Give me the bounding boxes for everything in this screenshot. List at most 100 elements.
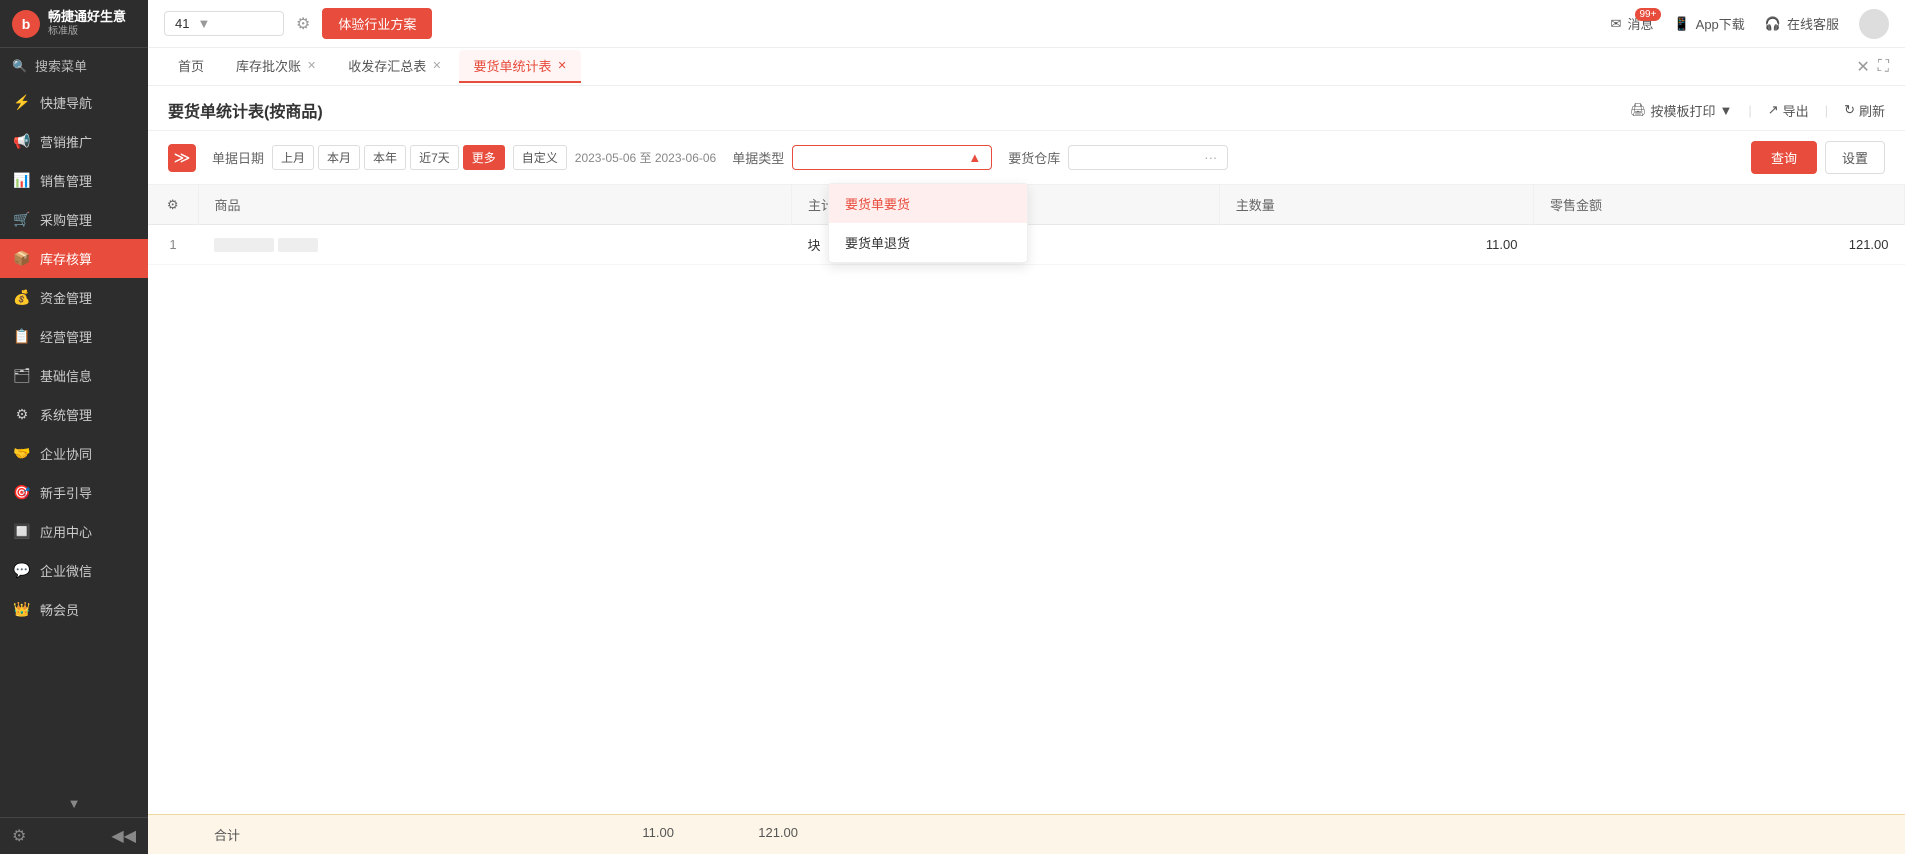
column-settings-icon[interactable]: ⚙ [167, 197, 179, 213]
sidebar-item-purchase[interactable]: 🛒 采购管理 [0, 200, 148, 239]
export-icon: ↗ [1768, 102, 1779, 118]
sidebar-item-label: 企业协同 [40, 444, 136, 463]
sidebar-item-operations[interactable]: 📋 经营管理 [0, 317, 148, 356]
basic-icon: 🗂 [12, 367, 32, 384]
app-download-action[interactable]: 📱 App下载 [1673, 14, 1744, 33]
settings-button[interactable]: 设置 [1825, 141, 1885, 174]
content-area: 要货单统计表(按商品) 🖨 按模板打印 ▼ | ↗ 导出 | ↻ 刷新 [148, 86, 1905, 854]
sidebar-item-cooperation[interactable]: 🤝 企业协同 [0, 434, 148, 473]
print-label: 按模板打印 [1650, 101, 1715, 120]
sidebar-scroll-down[interactable]: ▼ [0, 790, 148, 817]
trial-button[interactable]: 体验行业方案 [322, 8, 432, 39]
close-all-icon[interactable]: ✕ [1856, 57, 1869, 77]
topbar-gear-icon[interactable]: ⚙ [296, 14, 310, 34]
refresh-icon: ↻ [1844, 102, 1855, 118]
tab-receivable-summary-label: 收发存汇总表 [348, 56, 426, 75]
tab-receivable-summary[interactable]: 收发存汇总表 ✕ [334, 50, 455, 83]
finance-icon: 💰 [12, 289, 32, 306]
query-button[interactable]: 查询 [1751, 141, 1817, 174]
logo-icon: b [12, 10, 40, 38]
tab-batch-inventory-close[interactable]: ✕ [307, 59, 316, 72]
prev-month-btn[interactable]: 上月 [272, 145, 314, 170]
messages-action[interactable]: ✉ 消息 99+ [1611, 14, 1654, 33]
store-selector[interactable]: 41 ▼ [164, 11, 284, 36]
recent-7-btn[interactable]: 近7天 [410, 145, 459, 170]
more-btn[interactable]: 更多 [463, 145, 505, 170]
collapse-icon[interactable]: ◀◀ [111, 826, 136, 846]
warehouse-filter-group: 要货仓库 ··· [1008, 145, 1228, 170]
dropdown-item-return[interactable]: 要货单退货 [829, 223, 1027, 262]
sidebar-item-wechat[interactable]: 💬 企业微信 [0, 551, 148, 590]
doc-type-select[interactable]: ▲ [792, 145, 992, 170]
user-avatar[interactable] [1859, 9, 1889, 39]
date-buttons: 上月 本月 本年 近7天 更多 [272, 145, 505, 170]
export-button[interactable]: ↗ 导出 [1768, 101, 1809, 120]
sidebar-item-guide[interactable]: 🎯 新手引导 [0, 473, 148, 512]
print-icon: 🖨 [1630, 102, 1647, 118]
sidebar-item-finance[interactable]: 💰 资金管理 [0, 278, 148, 317]
warehouse-more-icon: ··· [1204, 150, 1217, 165]
current-year-btn[interactable]: 本年 [364, 145, 406, 170]
tab-home[interactable]: 首页 [164, 50, 218, 83]
sidebar-item-sales[interactable]: 📊 销售管理 [0, 161, 148, 200]
sidebar-nav: ⚡ 快捷导航 📢 营销推广 📊 销售管理 🛒 采购管理 📦 库存核算 💰 资金管… [0, 83, 148, 790]
sidebar-item-apps[interactable]: 🔲 应用中心 [0, 512, 148, 551]
sidebar-item-quick-nav[interactable]: ⚡ 快捷导航 [0, 83, 148, 122]
filter-bar: ≫ 单据日期 上月 本月 本年 近7天 更多 自定义 2023-05-06 至 … [148, 131, 1905, 185]
selector-arrow-icon: ▼ [197, 16, 210, 31]
tabs-bar: 首页 库存批次账 ✕ 收发存汇总表 ✕ 要货单统计表 ✕ ✕ ⛶ [148, 48, 1905, 86]
messages-badge: 99+ [1635, 8, 1662, 21]
current-month-btn[interactable]: 本月 [318, 145, 360, 170]
refresh-button[interactable]: ↻ 刷新 [1844, 101, 1885, 120]
fullscreen-icon[interactable]: ⛶ [1878, 58, 1889, 76]
dropdown-item-order[interactable]: 要货单要货 [829, 184, 1027, 223]
page-title: 要货单统计表(按商品) [168, 98, 323, 122]
sidebar-item-label: 采购管理 [40, 210, 136, 229]
quick-nav-icon: ⚡ [12, 94, 32, 111]
top-bar: 41 ▼ ⚙ 体验行业方案 ✉ 消息 99+ 📱 App下载 🎧 在线客服 [148, 0, 1905, 48]
logo-main: 畅捷通好生意 [48, 9, 126, 26]
refresh-label: 刷新 [1859, 101, 1885, 120]
doc-type-label: 单据类型 [732, 148, 784, 167]
date-range: 2023-05-06 至 2023-06-06 [575, 149, 716, 166]
doc-type-caret-icon: ▲ [968, 150, 981, 165]
sidebar-item-inventory[interactable]: 📦 库存核算 [0, 239, 148, 278]
sidebar-item-label: 库存核算 [40, 249, 136, 268]
main-area: 41 ▼ ⚙ 体验行业方案 ✉ 消息 99+ 📱 App下载 🎧 在线客服 [148, 0, 1905, 854]
date-label: 单据日期 [212, 148, 264, 167]
sidebar-item-system[interactable]: ⚙ 系统管理 [0, 395, 148, 434]
logo-sub: 标准版 [48, 25, 126, 38]
sidebar-item-marketing[interactable]: 📢 营销推广 [0, 122, 148, 161]
product-name-placeholder-1 [214, 238, 274, 252]
marketing-icon: 📢 [12, 133, 32, 150]
summary-label: 合计 [164, 825, 364, 844]
print-button[interactable]: 🖨 按模板打印 ▼ [1630, 101, 1732, 120]
col-index: ⚙ [148, 185, 198, 225]
app-download-label: App下载 [1696, 14, 1745, 33]
cell-product [198, 225, 791, 265]
tab-batch-inventory[interactable]: 库存批次账 ✕ [222, 50, 330, 83]
inventory-icon: 📦 [12, 250, 32, 267]
warehouse-select[interactable]: ··· [1068, 145, 1228, 170]
summary-amount: 121.00 [694, 825, 814, 844]
doc-type-value [803, 150, 807, 165]
tab-requisition-stats-close[interactable]: ✕ [558, 59, 567, 72]
tab-receivable-summary-close[interactable]: ✕ [432, 59, 441, 72]
sidebar-item-member[interactable]: 👑 畅会员 [0, 590, 148, 629]
sidebar-search[interactable]: 🔍 搜索菜单 [0, 48, 148, 83]
cooperation-icon: 🤝 [12, 445, 32, 462]
purchase-icon: 🛒 [12, 211, 32, 228]
export-label: 导出 [1783, 101, 1809, 120]
tab-requisition-stats[interactable]: 要货单统计表 ✕ [459, 50, 580, 83]
search-icon: 🔍 [12, 59, 27, 73]
system-icon: ⚙ [12, 406, 32, 423]
custom-date-btn[interactable]: 自定义 [513, 145, 567, 170]
apps-icon: 🔲 [12, 523, 32, 540]
sidebar-item-basic[interactable]: 🗂 基础信息 [0, 356, 148, 395]
summary-row: 合计 11.00 121.00 [164, 825, 1889, 844]
filter-expand-btn[interactable]: ≫ [168, 144, 196, 172]
settings-footer-icon[interactable]: ⚙ [12, 826, 26, 846]
top-bar-right: ✉ 消息 99+ 📱 App下载 🎧 在线客服 [1611, 9, 1889, 39]
divider-1: | [1748, 103, 1751, 118]
online-service-action[interactable]: 🎧 在线客服 [1765, 14, 1839, 33]
